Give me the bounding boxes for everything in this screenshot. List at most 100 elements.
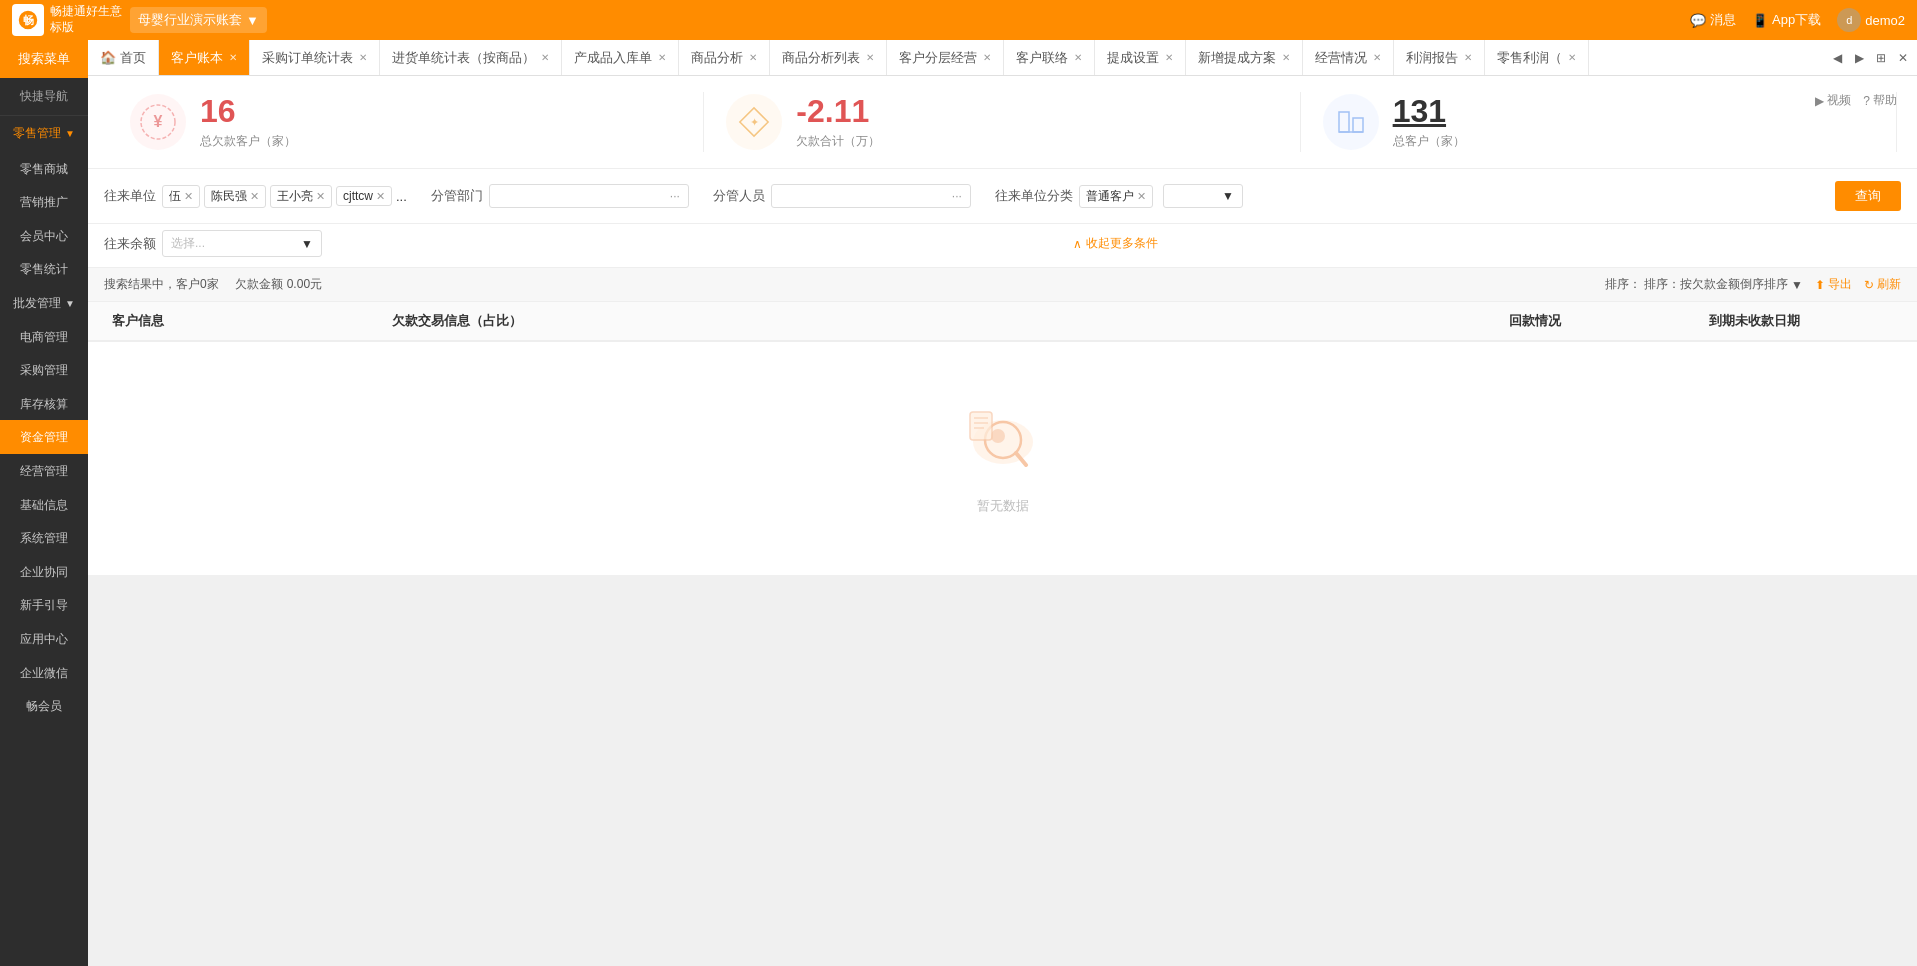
arrears-label: 欠款合计（万） [796, 133, 880, 150]
stat-icon-total [1321, 92, 1381, 152]
tab-cost-receipt[interactable]: 产成品入库单 ✕ [562, 40, 679, 76]
dept-input[interactable]: ··· [489, 184, 689, 208]
tag-close-wu[interactable]: ✕ [184, 190, 193, 203]
tab-close-stock-stats[interactable]: ✕ [541, 52, 549, 63]
tab-stock-stats[interactable]: 进货单统计表（按商品） ✕ [380, 40, 562, 76]
sidebar-quick-nav[interactable]: 快捷导航 [0, 78, 88, 116]
app-download-btn[interactable]: 📱 App下载 [1752, 11, 1821, 29]
filter-tag-wang[interactable]: 王小亮 ✕ [270, 185, 332, 208]
user-profile[interactable]: d demo2 [1837, 8, 1905, 32]
sidebar-item-marketing[interactable]: 营销推广 [0, 185, 88, 219]
sidebar-search[interactable]: 搜索菜单 [0, 40, 88, 78]
chevron-down-balance: ▼ [301, 237, 313, 251]
sidebar-item-finance[interactable]: 资金管理 [0, 420, 88, 454]
tab-close-operation-status[interactable]: ✕ [1373, 52, 1381, 63]
tag-close-normal[interactable]: ✕ [1137, 190, 1146, 203]
sidebar-item-new-guide[interactable]: 新手引导 [0, 588, 88, 622]
diamond-icon: ✦ [726, 94, 782, 150]
nav-expand-btn[interactable]: ⊞ [1871, 48, 1891, 68]
tab-close-retail-profit[interactable]: ✕ [1568, 52, 1576, 63]
collapse-btn[interactable]: ∧ 收起更多条件 [1073, 235, 1158, 252]
sidebar-item-inventory[interactable]: 库存核算 [0, 387, 88, 421]
yuan-icon: ¥ [130, 94, 186, 150]
result-actions: 排序： 排序：按欠款金额倒序排序 ▼ ⬆ 导出 ↻ 刷新 [1605, 276, 1901, 293]
balance-select[interactable]: 选择... ▼ [162, 230, 322, 257]
refresh-icon: ↻ [1864, 278, 1874, 292]
tab-customer-account[interactable]: 客户账本 ✕ [159, 40, 250, 76]
sidebar-item-operation[interactable]: 经营管理 [0, 454, 88, 488]
sidebar: 搜索菜单 快捷导航 零售管理 ▼ 零售商城 营销推广 会员中心 零售统计 [0, 40, 88, 966]
tab-close-new-improve[interactable]: ✕ [1282, 52, 1290, 63]
filter-row-1: 往来单位 伍 ✕ 陈民强 ✕ 王小亮 [88, 169, 1917, 224]
tab-close-customer-tier[interactable]: ✕ [983, 52, 991, 63]
account-dropdown[interactable]: 母婴行业演示账套 ▼ [130, 7, 267, 33]
tag-close-wang[interactable]: ✕ [316, 190, 325, 203]
sidebar-item-batch-mgmt[interactable]: 批发管理 ▼ [0, 286, 88, 320]
stat-values-total: 131 总客户（家） [1393, 94, 1465, 150]
export-button[interactable]: ⬆ 导出 [1815, 276, 1852, 293]
sidebar-item-retail-mall[interactable]: 零售商城 [0, 152, 88, 186]
tab-close-customer-account[interactable]: ✕ [229, 52, 237, 63]
tab-customer-contact[interactable]: 客户联络 ✕ [1004, 40, 1095, 76]
avatar: d [1837, 8, 1861, 32]
messages-btn[interactable]: 💬 消息 [1690, 11, 1736, 29]
sidebar-item-retail-mgmt[interactable]: 零售管理 ▼ [0, 116, 88, 152]
nav-left-btn[interactable]: ◀ [1827, 48, 1847, 68]
svg-text:¥: ¥ [154, 113, 163, 130]
sidebar-item-enterprise-coop[interactable]: 企业协同 [0, 555, 88, 589]
tab-retail-profit[interactable]: 零售利润（ ✕ [1485, 40, 1589, 76]
filter-tag-normal-customer[interactable]: 普通客户 ✕ [1079, 185, 1153, 208]
tab-close-customer-contact[interactable]: ✕ [1074, 52, 1082, 63]
sidebar-item-enterprise-wechat[interactable]: 企业微信 [0, 656, 88, 690]
svg-point-11 [991, 429, 1005, 443]
filter-tag-chen[interactable]: 陈民强 ✕ [204, 185, 266, 208]
sidebar-item-purchase[interactable]: 采购管理 [0, 353, 88, 387]
tab-close-profit-report[interactable]: ✕ [1464, 52, 1472, 63]
balance-placeholder: 选择... [171, 235, 205, 252]
tab-close-product-analysis[interactable]: ✕ [749, 52, 757, 63]
tab-operation-status[interactable]: 经营情况 ✕ [1303, 40, 1394, 76]
sidebar-item-app-center[interactable]: 应用中心 [0, 622, 88, 656]
sidebar-item-member-plus[interactable]: 畅会员 [0, 689, 88, 723]
svg-text:畅: 畅 [23, 14, 34, 26]
unit-type-dropdown[interactable]: ▼ [1163, 184, 1243, 208]
tab-close-improve-settings[interactable]: ✕ [1165, 52, 1173, 63]
sort-button[interactable]: 排序： 排序：按欠款金额倒序排序 ▼ [1605, 276, 1803, 293]
filter-tag-wu[interactable]: 伍 ✕ [162, 185, 200, 208]
tab-purchase-order[interactable]: 采购订单统计表 ✕ [250, 40, 380, 76]
result-bar: 搜索结果中，客户0家 欠款金额 0.00元 排序： 排序：按欠款金额倒序排序 ▼… [88, 268, 1917, 302]
tab-product-analysis[interactable]: 商品分析 ✕ [679, 40, 770, 76]
tab-improve-settings[interactable]: 提成设置 ✕ [1095, 40, 1186, 76]
page-content: ¥ 16 总欠款客户（家） [88, 76, 1917, 966]
tab-close-cost-receipt[interactable]: ✕ [658, 52, 666, 63]
tab-profit-report[interactable]: 利润报告 ✕ [1394, 40, 1485, 76]
tab-product-analysis-list[interactable]: 商品分析列表 ✕ [770, 40, 887, 76]
sidebar-item-retail-stats[interactable]: 零售统计 [0, 252, 88, 286]
video-help-btn[interactable]: ▶ 视频 [1815, 92, 1851, 109]
query-button[interactable]: 查询 [1835, 181, 1901, 211]
nav-close-all-btn[interactable]: ✕ [1893, 48, 1913, 68]
balance-filter-label: 往来余额 [104, 235, 156, 253]
tab-close-purchase-order[interactable]: ✕ [359, 52, 367, 63]
sidebar-item-ecommerce[interactable]: 电商管理 [0, 320, 88, 354]
home-icon: 🏠 [100, 50, 116, 65]
sidebar-item-basic-info[interactable]: 基础信息 [0, 488, 88, 522]
stat-arrears: ✦ -2.11 欠款合计（万） [704, 92, 1300, 152]
chevron-down-icon2: ▼ [65, 297, 75, 310]
tag-more-btn[interactable]: ... [396, 189, 407, 204]
sidebar-item-member-center[interactable]: 会员中心 [0, 219, 88, 253]
tab-home[interactable]: 🏠 首页 [88, 40, 159, 76]
help-btn[interactable]: ? 帮助 [1863, 92, 1897, 109]
table-header-due-date: 到期未收款日期 [1701, 312, 1901, 330]
sidebar-item-system[interactable]: 系统管理 [0, 521, 88, 555]
nav-right-btn[interactable]: ▶ [1849, 48, 1869, 68]
tag-close-cjttcw[interactable]: ✕ [376, 190, 385, 203]
tab-close-product-analysis-list[interactable]: ✕ [866, 52, 874, 63]
filter-tag-cjttcw[interactable]: cjttcw ✕ [336, 186, 392, 206]
svg-rect-6 [1339, 112, 1349, 132]
tag-close-chen[interactable]: ✕ [250, 190, 259, 203]
person-input[interactable]: ··· [771, 184, 971, 208]
tab-customer-tier[interactable]: 客户分层经营 ✕ [887, 40, 1004, 76]
tab-new-improve[interactable]: 新增提成方案 ✕ [1186, 40, 1303, 76]
refresh-button[interactable]: ↻ 刷新 [1864, 276, 1901, 293]
